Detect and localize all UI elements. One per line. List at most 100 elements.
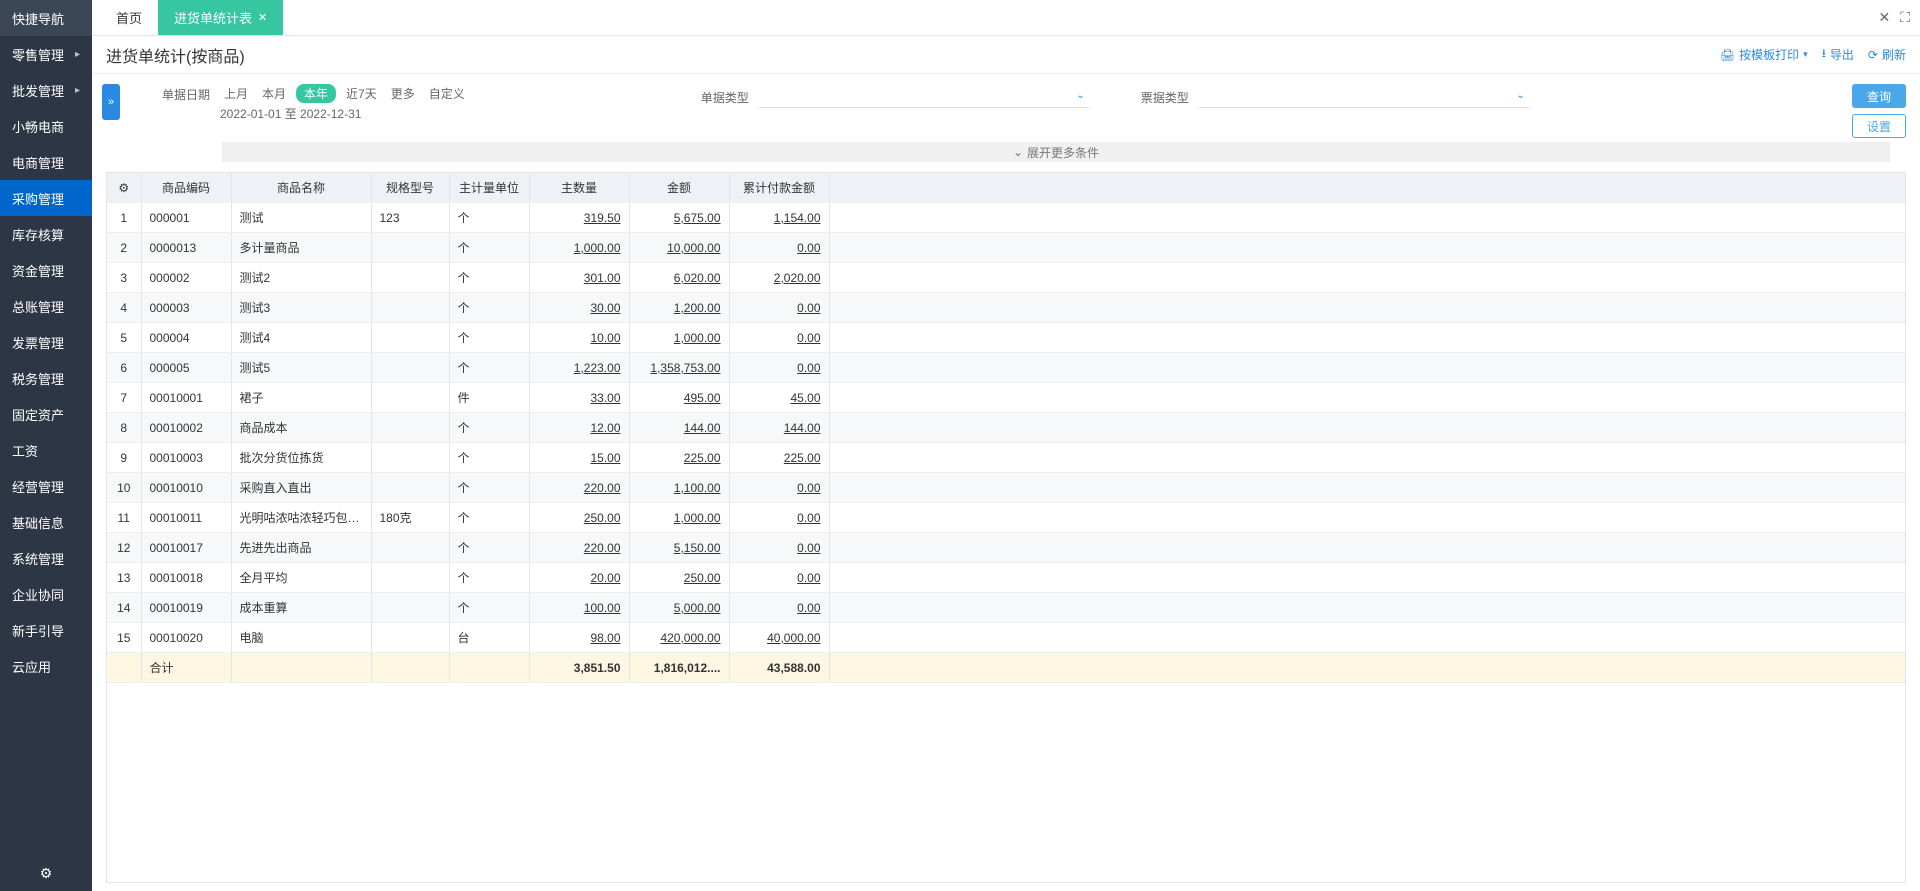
cell-qty[interactable]: 1,000.00 [529,233,629,263]
cell-qty[interactable]: 250.00 [529,503,629,533]
cell-amt[interactable]: 6,020.00 [629,263,729,293]
cell-paid[interactable]: 2,020.00 [729,263,829,293]
amt-header[interactable]: 金额 [629,173,729,203]
sidebar-item-10[interactable]: 税务管理 [0,360,92,396]
sidebar-item-16[interactable]: 企业协同 [0,576,92,612]
cell-amt[interactable]: 1,358,753.00 [629,353,729,383]
sidebar-item-2[interactable]: 批发管理▸ [0,72,92,108]
export-label: 导出 [1830,46,1854,63]
sidebar-item-1[interactable]: 零售管理▸ [0,36,92,72]
date-option[interactable]: 近7天 [342,84,381,103]
cell-qty[interactable]: 98.00 [529,623,629,653]
cell-qty[interactable]: 33.00 [529,383,629,413]
cell-qty[interactable]: 15.00 [529,443,629,473]
cell-paid[interactable]: 0.00 [729,593,829,623]
close-icon[interactable]: ✕ [1878,9,1890,26]
date-option[interactable]: 更多 [387,84,419,103]
order-type-dropdown[interactable]: ⌄ [759,84,1089,108]
cell-qty[interactable]: 301.00 [529,263,629,293]
cell-paid[interactable]: 225.00 [729,443,829,473]
sidebar-item-13[interactable]: 经营管理 [0,468,92,504]
ticket-type-dropdown[interactable]: ⌄ [1199,84,1529,108]
cell-amt[interactable]: 420,000.00 [629,623,729,653]
paid-header[interactable]: 累计付款金额 [729,173,829,203]
cell-paid[interactable]: 45.00 [729,383,829,413]
collapse-toggle[interactable]: » [102,84,120,120]
sidebar-item-14[interactable]: 基础信息 [0,504,92,540]
date-option[interactable]: 上月 [220,84,252,103]
date-option[interactable]: 自定义 [425,84,469,103]
sidebar-item-9[interactable]: 发票管理 [0,324,92,360]
cell-paid[interactable]: 0.00 [729,473,829,503]
tab-0[interactable]: 首页 [100,0,158,35]
export-action[interactable]: ⭳ 导出 [1822,44,1854,65]
cell-amt[interactable]: 1,100.00 [629,473,729,503]
cell-qty[interactable]: 220.00 [529,473,629,503]
cell-paid[interactable]: 40,000.00 [729,623,829,653]
code-header[interactable]: 商品编码 [141,173,231,203]
cell-amt[interactable]: 1,200.00 [629,293,729,323]
close-icon[interactable]: ✕ [258,11,267,24]
cell-paid[interactable]: 0.00 [729,323,829,353]
cell-paid[interactable]: 0.00 [729,293,829,323]
blank-cell [829,533,1905,563]
cell-paid[interactable]: 0.00 [729,233,829,263]
sidebar-item-4[interactable]: 电商管理 [0,144,92,180]
print-action[interactable]: 🖨 按模板打印 ▾ [1720,46,1808,63]
cell-amt[interactable]: 5,675.00 [629,203,729,233]
tab-1[interactable]: 进货单统计表✕ [158,0,283,35]
sidebar-item-8[interactable]: 总账管理 [0,288,92,324]
date-option[interactable]: 本年 [296,84,336,103]
name-header[interactable]: 商品名称 [231,173,371,203]
query-button[interactable]: 查询 [1852,84,1906,108]
sidebar-item-11[interactable]: 固定资产 [0,396,92,432]
expand-more[interactable]: ⌄ 展开更多条件 [222,142,1890,162]
cell-paid[interactable]: 0.00 [729,503,829,533]
sidebar-item-7[interactable]: 资金管理 [0,252,92,288]
setting-button[interactable]: 设置 [1852,114,1906,138]
cell-qty[interactable]: 1,223.00 [529,353,629,383]
cell-amt[interactable]: 1,000.00 [629,503,729,533]
cell-amt[interactable]: 225.00 [629,443,729,473]
spec-header[interactable]: 规格型号 [371,173,449,203]
qty-header[interactable]: 主数量 [529,173,629,203]
fullscreen-icon[interactable]: ⛶ [1900,9,1910,26]
unit-header[interactable]: 主计量单位 [449,173,529,203]
sidebar-item-17[interactable]: 新手引导 [0,612,92,648]
sidebar-item-18[interactable]: 云应用 [0,648,92,684]
cell-qty[interactable]: 220.00 [529,533,629,563]
cell-qty[interactable]: 30.00 [529,293,629,323]
cell-qty[interactable]: 10.00 [529,323,629,353]
cell-amt[interactable]: 5,000.00 [629,593,729,623]
sidebar-settings[interactable]: ⚙ [0,855,92,891]
cell-paid[interactable]: 0.00 [729,533,829,563]
cell-paid[interactable]: 0.00 [729,353,829,383]
cell-unit: 个 [449,353,529,383]
sidebar-item-3[interactable]: 小畅电商 [0,108,92,144]
cell-qty[interactable]: 20.00 [529,563,629,593]
date-option[interactable]: 本月 [258,84,290,103]
gear-column-header[interactable]: ⚙ [107,173,141,203]
cell-amt[interactable]: 10,000.00 [629,233,729,263]
cell-amt[interactable]: 250.00 [629,563,729,593]
cell-qty[interactable]: 12.00 [529,413,629,443]
sidebar-item-15[interactable]: 系统管理 [0,540,92,576]
cell-code: 00010002 [141,413,231,443]
sidebar-item-5[interactable]: 采购管理 [0,180,92,216]
sidebar-item-0[interactable]: 快捷导航 [0,0,92,36]
cell-qty[interactable]: 319.50 [529,203,629,233]
cell-amt[interactable]: 495.00 [629,383,729,413]
cell-amt[interactable]: 5,150.00 [629,533,729,563]
filter-bar: » 单据日期 上月本月本年近7天更多自定义 2022-01-01 至 2022-… [92,74,1920,142]
sidebar-item-12[interactable]: 工资 [0,432,92,468]
cell-paid[interactable]: 0.00 [729,563,829,593]
cell-paid[interactable]: 144.00 [729,413,829,443]
cell-paid[interactable]: 1,154.00 [729,203,829,233]
cell-amt[interactable]: 1,000.00 [629,323,729,353]
chevron-down-icon: ⌄ [1013,145,1023,159]
sidebar-item-6[interactable]: 库存核算 [0,216,92,252]
row-index: 5 [107,323,141,353]
cell-qty[interactable]: 100.00 [529,593,629,623]
cell-amt[interactable]: 144.00 [629,413,729,443]
refresh-action[interactable]: ⟳ 刷新 [1868,46,1906,63]
